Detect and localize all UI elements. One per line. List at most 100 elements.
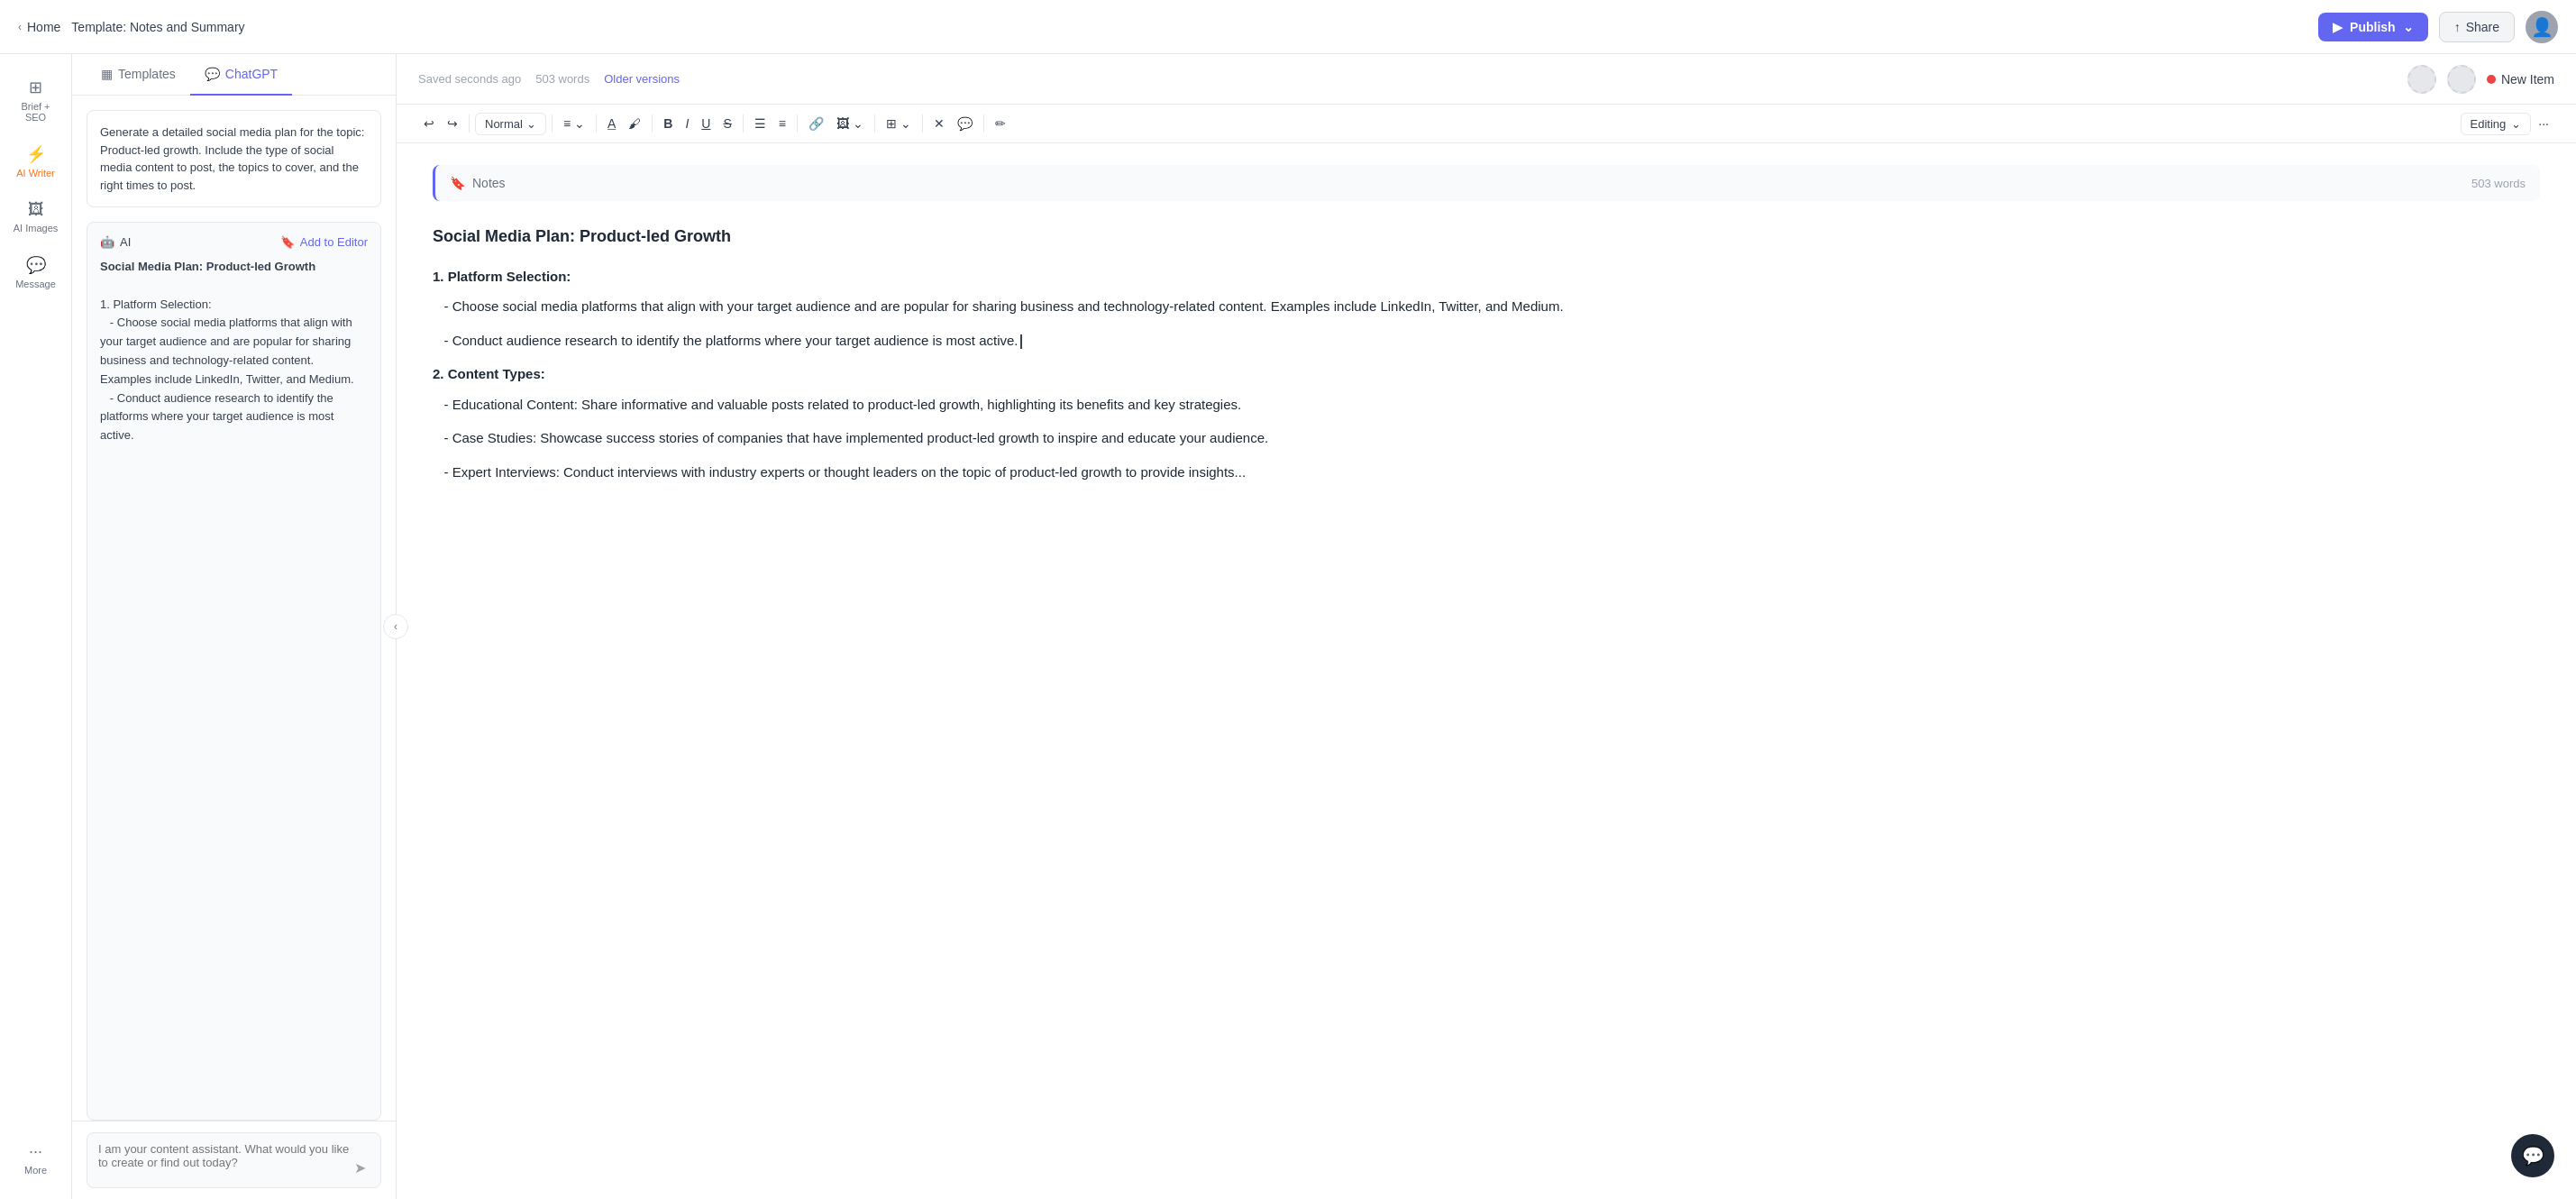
underline-button[interactable]: U	[696, 112, 716, 135]
top-bar: ‹ Home Template: Notes and Summary ▶ Pub…	[0, 0, 2576, 54]
sidebar-item-more[interactable]: ··· More	[4, 1133, 69, 1185]
toolbar-separator-4	[652, 114, 653, 133]
share-label: Share	[2466, 20, 2499, 34]
sidebar-item-ai-writer[interactable]: ⚡ AI Writer	[4, 135, 69, 188]
chat-input-wrapper: ➤	[87, 1132, 381, 1188]
sidebar-item-ai-writer-label: AI Writer	[16, 168, 55, 178]
section-2-heading: 2. Content Types:	[433, 362, 2540, 386]
style-chevron-icon: ⌄	[526, 117, 536, 131]
publish-button[interactable]: ▶ Publish ⌄	[2318, 13, 2428, 41]
publish-label: Publish	[2350, 20, 2396, 34]
prompt-box: Generate a detailed social media plan fo…	[87, 110, 381, 207]
ai-response-title: Social Media Plan: Product-led Growth	[100, 260, 315, 273]
toolbar-separator-1	[469, 114, 470, 133]
chevron-left-icon: ‹	[18, 21, 22, 33]
templates-tab-icon: ▦	[101, 67, 113, 81]
send-button[interactable]: ➤	[351, 1158, 370, 1178]
editing-dropdown[interactable]: Editing ⌄	[2461, 113, 2532, 135]
collaborator-avatar-2	[2447, 65, 2476, 94]
word-count-label: 503 words	[535, 72, 589, 86]
editing-chevron-icon: ⌄	[2511, 117, 2521, 131]
italic-button[interactable]: I	[680, 112, 694, 135]
align-button[interactable]: ≡ ⌄	[558, 112, 590, 135]
new-item-indicator: New Item	[2487, 72, 2554, 87]
ai-response: 🤖 AI 🔖 Add to Editor Social Media Plan: …	[87, 222, 381, 1121]
table-button[interactable]: ⊞ ⌄	[881, 112, 917, 135]
add-to-editor-button[interactable]: 🔖 Add to Editor	[280, 235, 368, 249]
chatgpt-tab-icon: 💬	[205, 67, 220, 81]
strikethrough-button[interactable]: S	[717, 112, 736, 135]
more-options-button[interactable]: ···	[2533, 112, 2554, 135]
brief-seo-icon: ⊞	[29, 78, 42, 97]
editor-body[interactable]: Social Media Plan: Product-led Growth 1.…	[433, 223, 2540, 483]
editor-content[interactable]: 🔖 Notes 503 words Social Media Plan: Pro…	[397, 143, 2576, 1199]
panel-toggle-button[interactable]: ‹	[383, 614, 408, 639]
editor-meta: Saved seconds ago 503 words Older versio…	[418, 72, 680, 86]
publish-chevron-icon: ⌄	[2403, 20, 2414, 34]
redo-button[interactable]: ↪	[442, 112, 463, 135]
chat-support-button[interactable]: 💬	[2511, 1134, 2554, 1177]
link-button[interactable]: 🔗	[803, 112, 829, 135]
red-dot-icon	[2487, 75, 2496, 84]
image-button[interactable]: 🖼 ⌄	[831, 112, 869, 135]
bullet-list-button[interactable]: ☰	[749, 112, 772, 135]
ai-label: 🤖 AI	[100, 235, 131, 249]
bold-button[interactable]: B	[658, 112, 678, 135]
sidebar-item-brief-seo[interactable]: ⊞ Brief + SEO	[4, 69, 69, 132]
prompt-text: Generate a detailed social media plan fo…	[100, 125, 364, 192]
sidebar-item-brief-seo-label: Brief + SEO	[11, 101, 61, 123]
section-2-point-3: - Expert Interviews: Conduct interviews …	[433, 461, 2540, 484]
bookmark-icon: 🔖	[280, 235, 295, 249]
panel-toggle-icon: ‹	[394, 620, 397, 633]
sidebar-item-message-label: Message	[15, 279, 56, 289]
panel: ▦ Templates 💬 ChatGPT Generate a detaile…	[72, 54, 397, 1199]
home-link[interactable]: ‹ Home	[18, 20, 60, 34]
section-2-point-1: - Educational Content: Share informative…	[433, 393, 2540, 416]
sidebar-item-message[interactable]: 💬 Message	[4, 246, 69, 298]
avatar[interactable]: 👤	[2526, 11, 2558, 43]
editor-topbar: Saved seconds ago 503 words Older versio…	[397, 54, 2576, 105]
ai-response-text: Social Media Plan: Product-led Growth 1.…	[100, 258, 368, 445]
share-button[interactable]: ↑ Share	[2439, 12, 2515, 42]
editor-area: Saved seconds ago 503 words Older versio…	[397, 54, 2576, 1199]
icon-sidebar: ⊞ Brief + SEO ⚡ AI Writer 🖼 AI Images 💬 …	[0, 54, 72, 1199]
toolbar-separator-7	[874, 114, 875, 133]
chat-input[interactable]	[98, 1142, 351, 1178]
publish-arrow-icon: ▶	[2333, 20, 2343, 34]
highlight-button[interactable]: 🖌	[623, 112, 646, 135]
new-item-label: New Item	[2501, 72, 2554, 87]
pencil-button[interactable]: ✏	[990, 112, 1011, 135]
toolbar-separator-2	[552, 114, 553, 133]
tab-templates[interactable]: ▦ Templates	[87, 54, 190, 96]
text-color-button[interactable]: A	[602, 112, 621, 135]
section-1-point-1: - Choose social media platforms that ali…	[433, 295, 2540, 318]
top-bar-left: ‹ Home Template: Notes and Summary	[18, 20, 245, 34]
editing-label: Editing	[2471, 117, 2507, 131]
clear-format-button[interactable]: ✕	[928, 112, 950, 135]
section-2-point-2: - Case Studies: Showcase success stories…	[433, 426, 2540, 450]
style-dropdown[interactable]: Normal ⌄	[475, 113, 546, 135]
main-layout: ⊞ Brief + SEO ⚡ AI Writer 🖼 AI Images 💬 …	[0, 54, 2576, 1199]
content-title: Social Media Plan: Product-led Growth	[433, 223, 2540, 251]
tab-chatgpt[interactable]: 💬 ChatGPT	[190, 54, 292, 96]
comment-button[interactable]: 💬	[952, 112, 978, 135]
older-versions-link[interactable]: Older versions	[604, 72, 680, 86]
undo-button[interactable]: ↩	[418, 112, 440, 135]
robot-icon: 🤖	[100, 235, 114, 249]
home-label: Home	[27, 20, 60, 34]
toolbar-separator-3	[596, 114, 597, 133]
toolbar-separator-5	[743, 114, 744, 133]
panel-tabs: ▦ Templates 💬 ChatGPT	[72, 54, 396, 96]
share-upload-icon: ↑	[2454, 20, 2461, 34]
section-1-point-2: - Conduct audience research to identify …	[433, 329, 2540, 352]
sidebar-item-more-label: More	[24, 1165, 47, 1176]
chat-input-area: ➤	[72, 1121, 396, 1199]
sidebar-item-ai-images[interactable]: 🖼 AI Images	[4, 191, 69, 243]
numbered-list-button[interactable]: ≡	[773, 112, 791, 135]
section-1-heading: 1. Platform Selection:	[433, 265, 2540, 288]
collaborator-avatar-1	[2407, 65, 2436, 94]
message-icon: 💬	[26, 255, 46, 275]
toolbar-separator-6	[797, 114, 798, 133]
ai-images-icon: 🖼	[28, 200, 44, 219]
toolbar-separator-8	[922, 114, 923, 133]
